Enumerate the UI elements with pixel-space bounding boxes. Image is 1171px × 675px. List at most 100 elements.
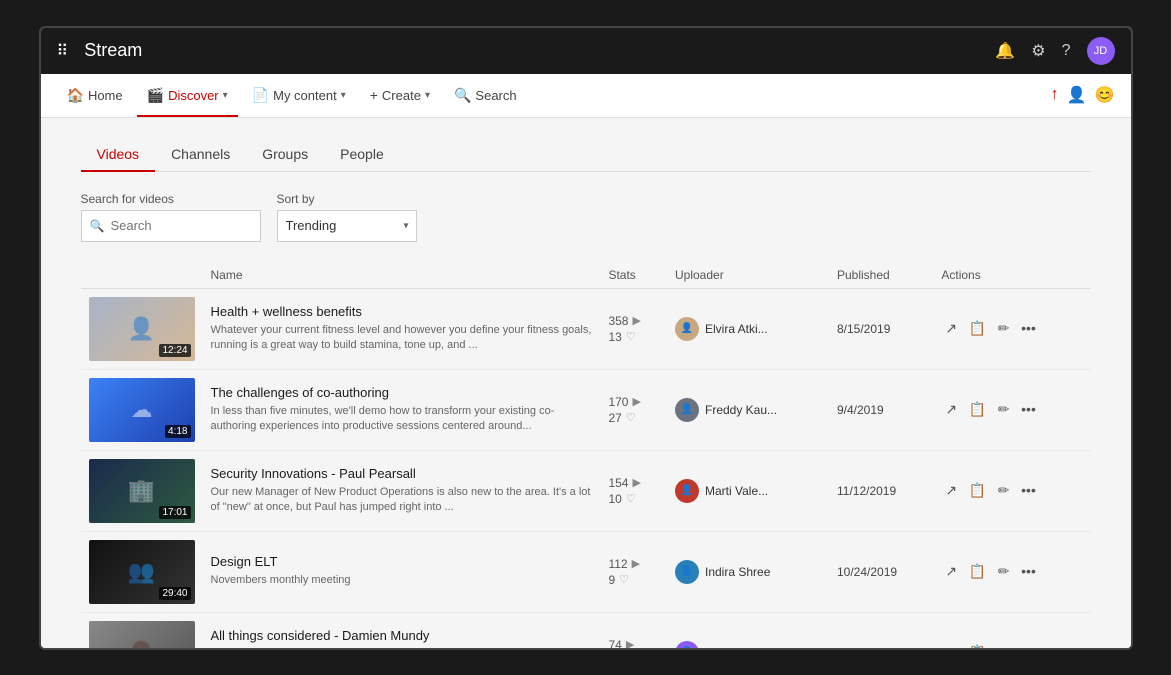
uploader-name[interactable]: Freddy Kau... <box>705 403 777 417</box>
edit-button[interactable]: ✏ <box>994 642 1014 648</box>
tabs: Videos Channels Groups People <box>81 138 1091 172</box>
edit-button[interactable]: ✏ <box>994 480 1014 501</box>
video-title[interactable]: Security Innovations - Paul Pearsall <box>211 466 593 481</box>
name-cell: All things considered - Damien Mundy Our… <box>203 612 601 648</box>
tab-groups[interactable]: Groups <box>246 138 324 172</box>
heart-icon: ♡ <box>626 330 636 343</box>
video-title[interactable]: All things considered - Damien Mundy <box>211 628 593 643</box>
search-icon: 🔍 <box>454 87 471 104</box>
like-count: 9 <box>608 573 615 587</box>
stats-views: 154 ▶ <box>608 476 659 490</box>
share-button[interactable]: ↗ <box>941 642 961 648</box>
transcript-button[interactable]: 📋 <box>965 399 990 420</box>
stats-likes: 9 ♡ <box>608 573 659 587</box>
actions-cell: ↗ 📋 ✏ ••• <box>933 450 1090 531</box>
more-button[interactable]: ••• <box>1017 642 1040 648</box>
nav-mycontent[interactable]: 📄 My content ▾ <box>242 73 356 117</box>
stats-cell: 74 ▶ 6 ♡ <box>600 612 667 648</box>
uploader-avatar: 👤 <box>675 560 699 584</box>
more-button[interactable]: ••• <box>1017 561 1040 581</box>
sort-select[interactable]: Trending Most views Most likes Most rece… <box>277 210 417 242</box>
uploader-inner: 👤 Indira Shree <box>675 560 821 584</box>
settings-icon[interactable]: ⚙ <box>1031 41 1045 61</box>
video-title[interactable]: Design ELT <box>211 554 593 569</box>
transcript-button[interactable]: 📋 <box>965 642 990 648</box>
view-count: 358 <box>608 314 628 328</box>
nav-home[interactable]: 🏠 Home <box>57 73 133 117</box>
uploader-name[interactable]: Elvira Atki... <box>705 322 768 336</box>
upload-icon[interactable]: ↑ <box>1051 86 1059 104</box>
nav-search[interactable]: 🔍 Search <box>444 73 527 117</box>
secondary-nav-right: ↑ 👤 😊 <box>1051 85 1115 105</box>
edit-button[interactable]: ✏ <box>994 399 1014 420</box>
uploader-cell: 👤 Freddy Kau... <box>667 369 829 450</box>
uploader-inner: 👤 Marti Vale... <box>675 479 821 503</box>
edit-button[interactable]: ✏ <box>994 318 1014 339</box>
search-filter-row: Search for videos 🔍 Sort by Trending Mos… <box>81 192 1091 242</box>
sort-section: Sort by Trending Most views Most likes M… <box>277 192 417 242</box>
thumbnail-3[interactable]: 🏢 17:01 <box>89 459 195 523</box>
avatar[interactable]: JD <box>1087 37 1115 65</box>
share-button[interactable]: ↗ <box>941 318 961 339</box>
thumb-cell: ☁ 4:18 <box>81 369 203 450</box>
thumbnail-5[interactable]: 👨 44:37 <box>89 621 195 648</box>
share-button[interactable]: ↗ <box>941 480 961 501</box>
nav-search-label: Search <box>475 88 516 103</box>
laptop-frame: ⠿ Stream 🔔 ⚙ ? JD 🏠 Home 🎬 Discover ▾ <box>0 0 1171 675</box>
thumbnail-2[interactable]: ☁ 4:18 <box>89 378 195 442</box>
heart-icon: ♡ <box>619 573 629 586</box>
tab-videos[interactable]: Videos <box>81 138 156 172</box>
mycontent-icon: 📄 <box>252 87 269 104</box>
waffle-icon[interactable]: ⠿ <box>57 41 69 61</box>
th-stats: Stats <box>600 262 667 289</box>
uploader-name[interactable]: Marti Vale... <box>705 484 768 498</box>
video-duration: 29:40 <box>159 587 190 600</box>
secondary-nav: 🏠 Home 🎬 Discover ▾ 📄 My content ▾ + Cre… <box>41 74 1131 118</box>
tab-people[interactable]: People <box>324 138 400 172</box>
share-button[interactable]: ↗ <box>941 561 961 582</box>
transcript-button[interactable]: 📋 <box>965 480 990 501</box>
name-cell: Design ELT Novembers monthly meeting <box>203 531 601 612</box>
thumbnail-4[interactable]: 👥 29:40 <box>89 540 195 604</box>
video-title[interactable]: The challenges of co-authoring <box>211 385 593 400</box>
tab-channels[interactable]: Channels <box>155 138 246 172</box>
create-chevron: ▾ <box>425 90 430 101</box>
uploader-inner: 👤 Freddy Kau... <box>675 398 821 422</box>
person-icon[interactable]: 👤 <box>1067 85 1087 105</box>
help-icon[interactable]: ? <box>1062 42 1071 60</box>
stats-cell: 112 ▶ 9 ♡ <box>600 531 667 612</box>
uploader-name[interactable]: Chinelo Ch... <box>705 646 774 648</box>
screen: ⠿ Stream 🔔 ⚙ ? JD 🏠 Home 🎬 Discover ▾ <box>41 28 1131 648</box>
thumb-cell: 👥 29:40 <box>81 531 203 612</box>
edit-button[interactable]: ✏ <box>994 561 1014 582</box>
like-count: 27 <box>608 411 621 425</box>
create-icon: + <box>370 87 378 103</box>
nav-home-label: Home <box>88 88 123 103</box>
uploader-name[interactable]: Indira Shree <box>705 565 770 579</box>
published-cell: 10/24/2019 <box>829 531 933 612</box>
view-count: 170 <box>608 395 628 409</box>
feedback-icon[interactable]: 😊 <box>1095 85 1115 105</box>
transcript-button[interactable]: 📋 <box>965 318 990 339</box>
nav-create[interactable]: + Create ▾ <box>360 73 440 117</box>
search-input[interactable] <box>110 218 251 233</box>
nav-discover[interactable]: 🎬 Discover ▾ <box>137 73 238 117</box>
share-button[interactable]: ↗ <box>941 399 961 420</box>
search-section: Search for videos 🔍 <box>81 192 261 242</box>
video-title[interactable]: Health + wellness benefits <box>211 304 593 319</box>
thumb-cell: 👤 12:24 <box>81 288 203 369</box>
heart-icon: ♡ <box>626 411 636 424</box>
heart-icon: ♡ <box>626 492 636 505</box>
name-cell: Security Innovations - Paul Pearsall Our… <box>203 450 601 531</box>
stats-cell: 358 ▶ 13 ♡ <box>600 288 667 369</box>
notifications-icon[interactable]: 🔔 <box>995 41 1015 61</box>
uploader-cell: 👤 Elvira Atki... <box>667 288 829 369</box>
uploader-inner: 👤 Elvira Atki... <box>675 317 821 341</box>
more-button[interactable]: ••• <box>1017 318 1040 338</box>
more-button[interactable]: ••• <box>1017 480 1040 500</box>
transcript-button[interactable]: 📋 <box>965 561 990 582</box>
view-count: 154 <box>608 476 628 490</box>
video-table: Name Stats Uploader Published Actions 👤 … <box>81 262 1091 648</box>
more-button[interactable]: ••• <box>1017 399 1040 419</box>
thumbnail-1[interactable]: 👤 12:24 <box>89 297 195 361</box>
